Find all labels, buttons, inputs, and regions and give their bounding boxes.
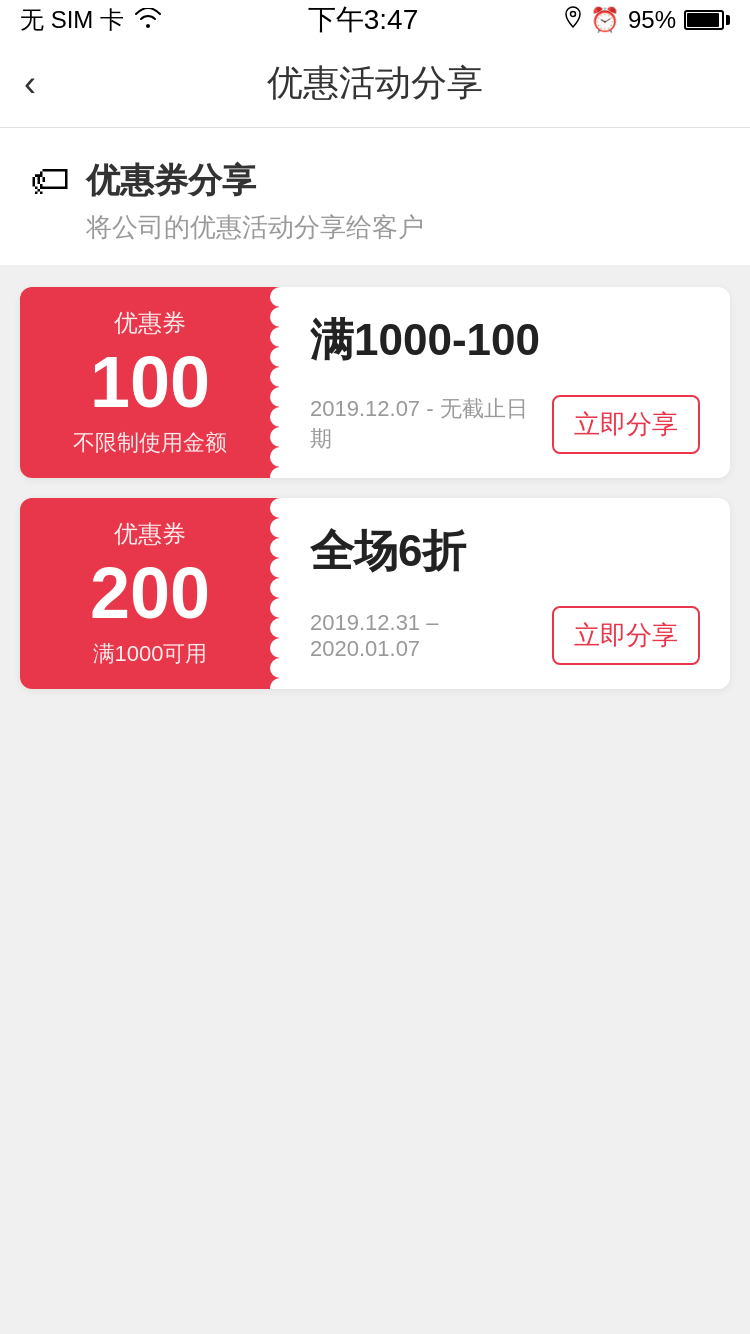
section-icon: 🏷	[30, 160, 70, 200]
coupon-tooth	[270, 327, 290, 347]
section-subtitle: 将公司的优惠活动分享给客户	[86, 210, 424, 245]
coupon-tooth	[270, 287, 290, 307]
coupon-left-2: 优惠券 200 满1000可用	[20, 498, 280, 689]
section-title: 优惠券分享	[86, 158, 424, 204]
status-bar: 无 SIM 卡 下午3:47 ⏰ 95%	[0, 0, 750, 40]
coupon-zigzag-1	[270, 287, 290, 478]
coupon-tooth	[270, 538, 290, 558]
coupon-list: 优惠券 100 不限制使用金额 满1000-100 2019.12.07 - 无…	[0, 267, 750, 709]
share-button-2[interactable]: 立即分享	[552, 606, 700, 665]
coupon-zigzag-2	[270, 498, 290, 689]
coupon-condition-2: 满1000可用	[93, 639, 208, 669]
section-text-group: 优惠券分享 将公司的优惠活动分享给客户	[86, 158, 424, 245]
coupon-tooth	[270, 638, 290, 658]
coupon-tooth	[270, 498, 290, 518]
coupon-tooth	[270, 407, 290, 427]
coupon-tooth	[270, 578, 290, 598]
svg-point-0	[570, 12, 575, 17]
coupon-tooth	[270, 678, 290, 689]
coupon-name-1: 满1000-100	[310, 311, 700, 370]
coupon-right-2: 全场6折 2019.12.31 – 2020.01.07 立即分享	[280, 498, 730, 689]
back-button[interactable]: ‹	[24, 63, 36, 105]
coupon-condition-1: 不限制使用金额	[73, 428, 227, 458]
status-left: 无 SIM 卡	[20, 4, 162, 36]
section-header: 🏷 优惠券分享 将公司的优惠活动分享给客户	[0, 128, 750, 265]
carrier-label: 无 SIM 卡	[20, 4, 124, 36]
share-button-1[interactable]: 立即分享	[552, 395, 700, 454]
coupon-label-2: 优惠券	[114, 518, 186, 550]
battery-icon	[684, 10, 730, 30]
coupon-bottom-2: 2019.12.31 – 2020.01.07 立即分享	[310, 606, 700, 665]
page-title: 优惠活动分享	[267, 59, 483, 108]
location-icon	[564, 6, 582, 34]
coupon-tooth	[270, 367, 290, 387]
coupon-tooth	[270, 427, 290, 447]
coupon-name-2: 全场6折	[310, 522, 700, 581]
nav-bar: ‹ 优惠活动分享	[0, 40, 750, 128]
coupon-bottom-1: 2019.12.07 - 无截止日期 立即分享	[310, 394, 700, 454]
coupon-tooth	[270, 447, 290, 467]
coupon-value-1: 100	[90, 343, 210, 422]
coupon-tooth	[270, 558, 290, 578]
coupon-card-1: 优惠券 100 不限制使用金额 满1000-100 2019.12.07 - 无…	[20, 287, 730, 478]
alarm-icon: ⏰	[590, 6, 620, 34]
coupon-label-1: 优惠券	[114, 307, 186, 339]
coupon-value-2: 200	[90, 554, 210, 633]
coupon-right-1: 满1000-100 2019.12.07 - 无截止日期 立即分享	[280, 287, 730, 478]
coupon-tooth	[270, 307, 290, 327]
coupon-tooth	[270, 618, 290, 638]
coupon-tooth	[270, 387, 290, 407]
coupon-tooth	[270, 518, 290, 538]
coupon-tooth	[270, 467, 290, 478]
coupon-date-1: 2019.12.07 - 无截止日期	[310, 394, 542, 454]
coupon-date-2: 2019.12.31 – 2020.01.07	[310, 610, 542, 662]
status-time: 下午3:47	[308, 1, 419, 39]
coupon-card-2: 优惠券 200 满1000可用 全场6折 2019.12.31 – 2020.0…	[20, 498, 730, 689]
coupon-tooth	[270, 347, 290, 367]
status-right: ⏰ 95%	[564, 6, 730, 34]
battery-percent: 95%	[628, 6, 676, 34]
coupon-tooth	[270, 598, 290, 618]
wifi-icon	[134, 6, 162, 34]
coupon-left-1: 优惠券 100 不限制使用金额	[20, 287, 280, 478]
coupon-tooth	[270, 658, 290, 678]
bottom-area	[0, 709, 750, 1249]
